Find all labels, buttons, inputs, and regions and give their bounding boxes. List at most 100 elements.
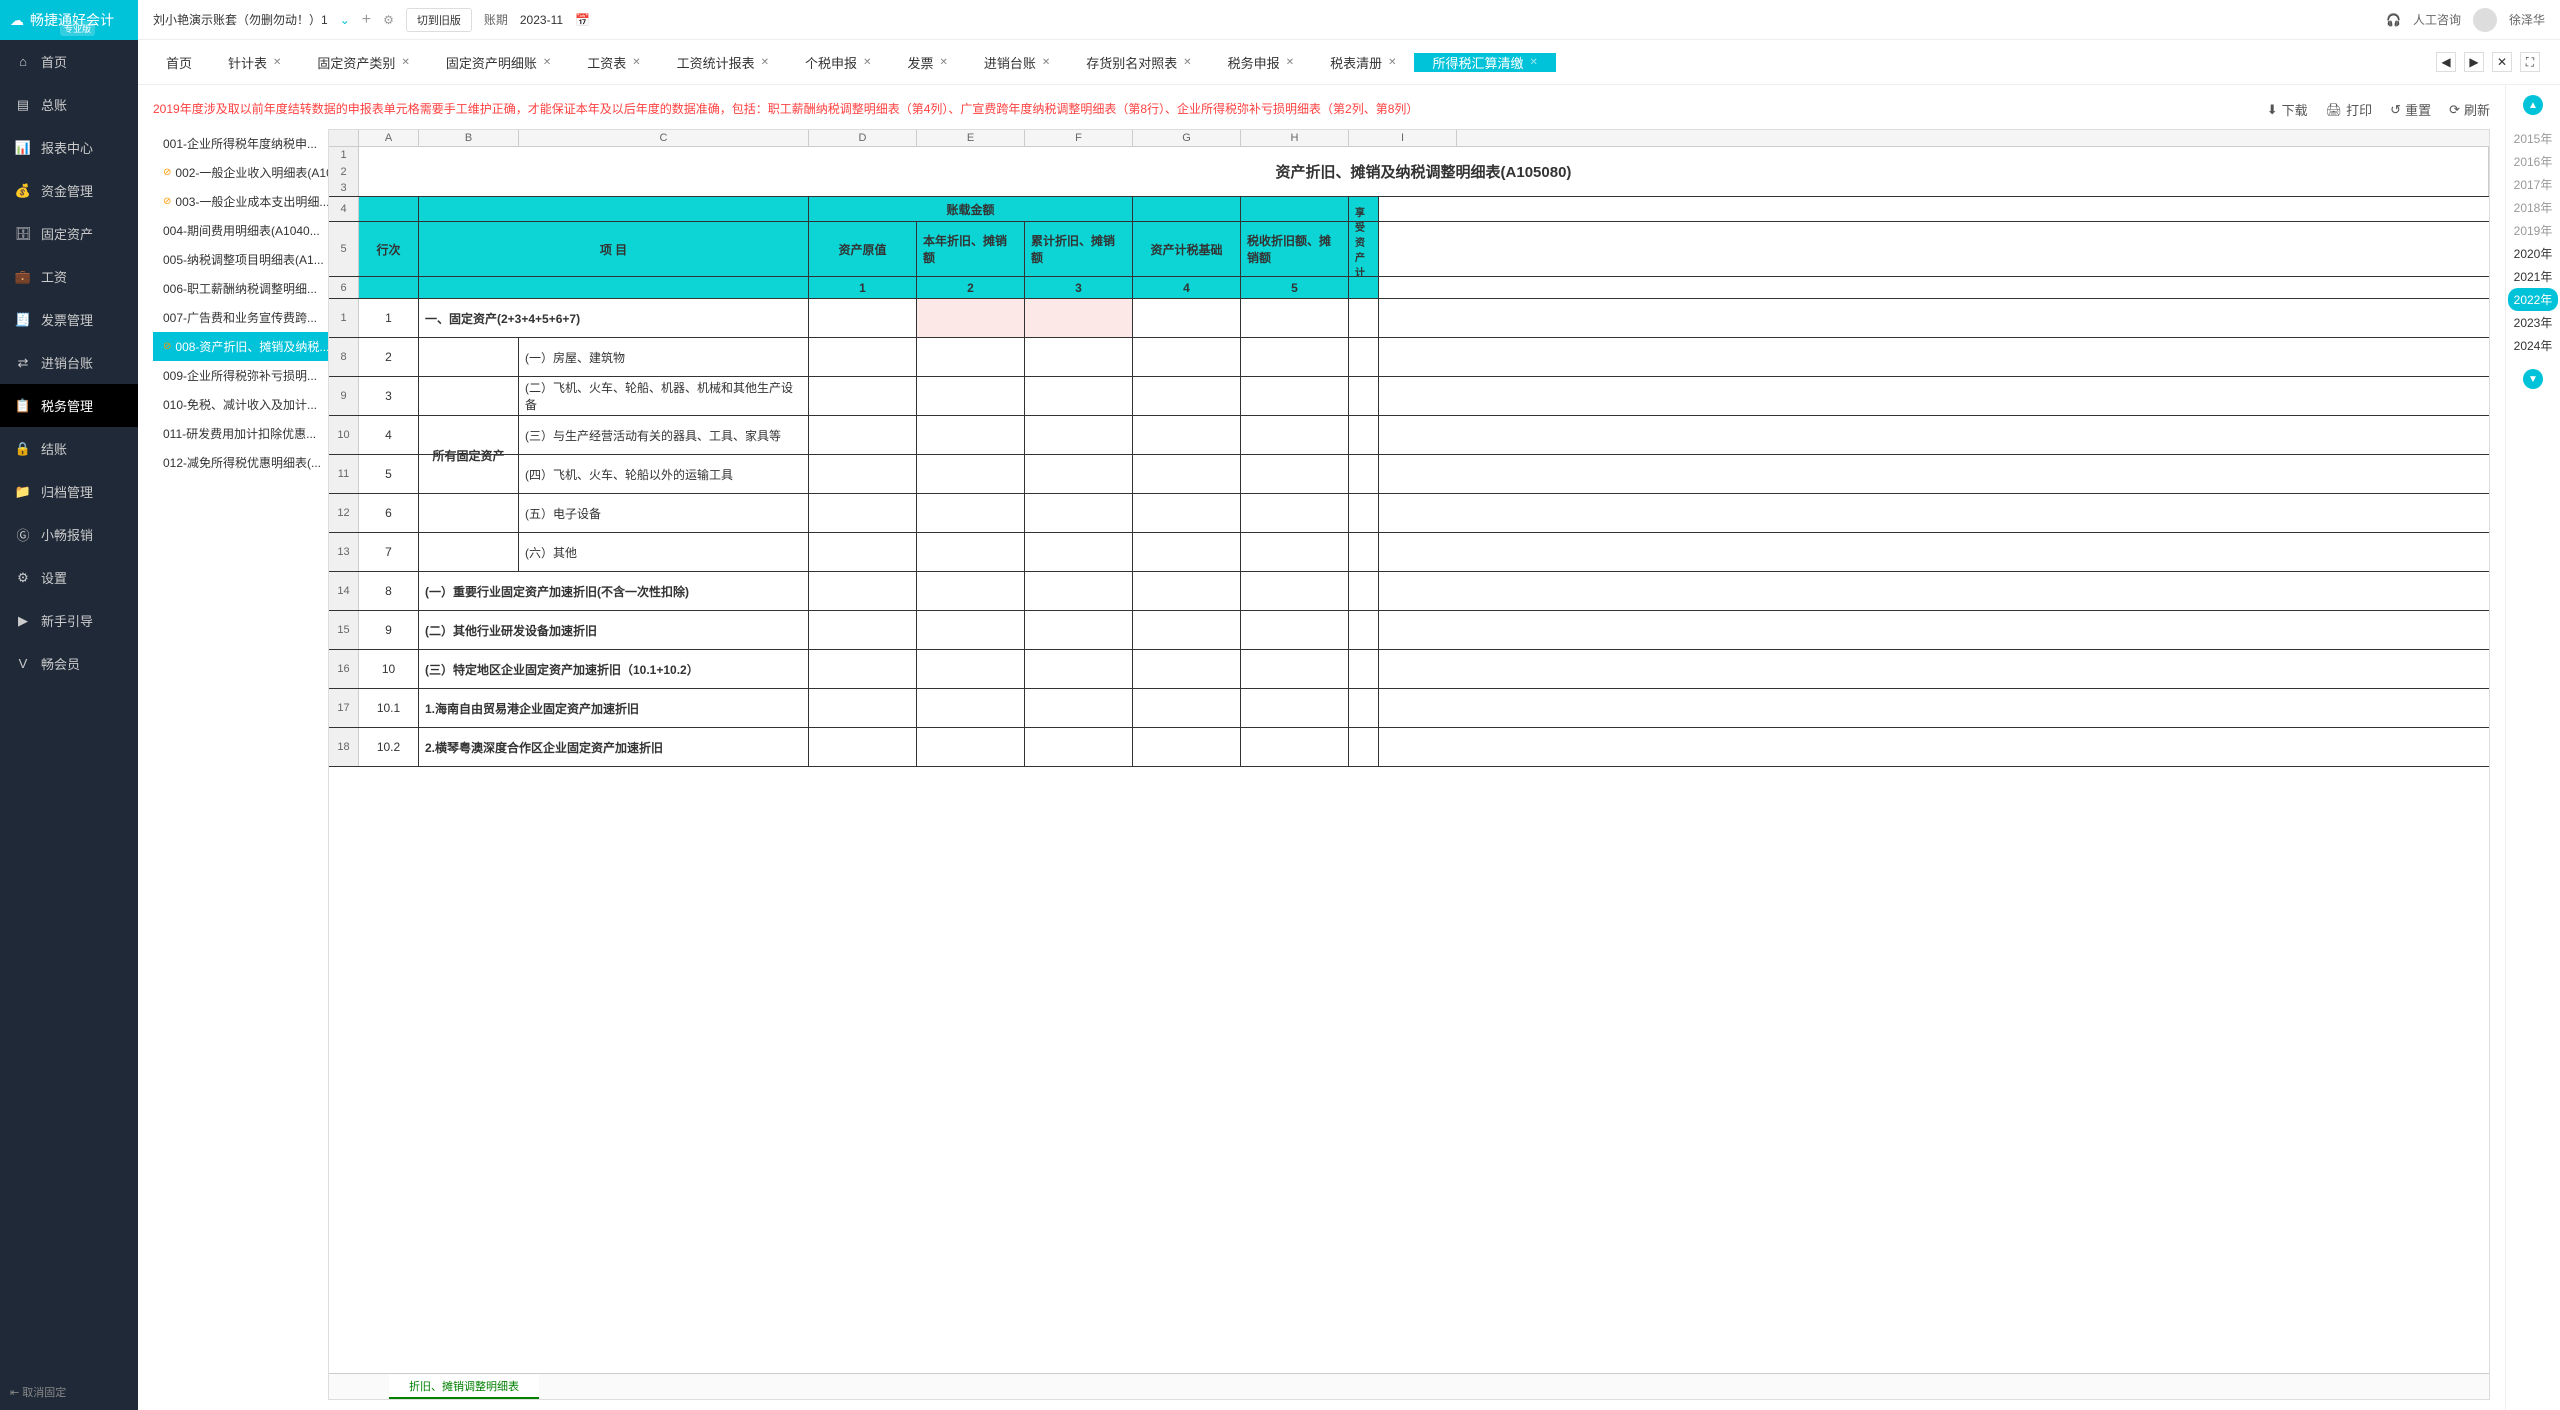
year-item[interactable]: 2023年 — [2508, 311, 2559, 334]
report-item[interactable]: 012-减免所得税优惠明细表(... — [153, 448, 328, 477]
item-cell[interactable]: (三）与生产经营活动有关的器具、工具、家具等 — [519, 416, 809, 454]
calendar-icon[interactable]: 📅 — [575, 13, 590, 27]
col-header-G[interactable]: G — [1133, 130, 1241, 146]
value-cell[interactable] — [1241, 533, 1349, 571]
print-button[interactable]: 🖨打印 — [2326, 100, 2373, 119]
report-item[interactable]: 007-广告费和业务宣传费跨... — [153, 303, 328, 332]
item-cell[interactable]: (六）其他 — [519, 533, 809, 571]
row-header[interactable]: 12 — [329, 494, 359, 532]
switch-version-button[interactable]: 切到旧版 — [406, 8, 472, 32]
nav-salary[interactable]: 💼工资 — [0, 255, 138, 298]
download-button[interactable]: ⬇下载 — [2267, 100, 2308, 119]
account-name[interactable]: 刘小艳演示账套（勿删勿动！）1 — [153, 11, 328, 28]
value-cell[interactable] — [1025, 689, 1133, 727]
value-cell[interactable] — [917, 611, 1025, 649]
tab-固定资产明细账[interactable]: 固定资产明细账✕ — [428, 53, 569, 72]
item-cell[interactable]: 1.海南自由贸易港企业固定资产加速折旧 — [419, 689, 809, 727]
value-cell[interactable] — [1133, 416, 1241, 454]
value-cell[interactable] — [1025, 299, 1133, 337]
close-icon[interactable]: ✕ — [761, 57, 769, 68]
xingci-cell[interactable]: 5 — [359, 455, 419, 493]
nav-inout[interactable]: ⇄进销台账 — [0, 341, 138, 384]
row-header[interactable]: 16 — [329, 650, 359, 688]
tab-税表清册[interactable]: 税表清册✕ — [1312, 53, 1414, 72]
col-header-H[interactable]: H — [1241, 130, 1349, 146]
value-cell[interactable] — [1241, 455, 1349, 493]
value-cell[interactable] — [1241, 689, 1349, 727]
value-cell[interactable] — [809, 377, 917, 415]
value-cell[interactable] — [917, 494, 1025, 532]
close-icon[interactable]: ✕ — [632, 57, 640, 68]
value-cell[interactable] — [1349, 611, 1379, 649]
avatar[interactable] — [2473, 8, 2497, 32]
xingci-cell[interactable]: 8 — [359, 572, 419, 610]
value-cell[interactable] — [1133, 650, 1241, 688]
value-cell[interactable] — [1025, 416, 1133, 454]
col-header-D[interactable]: D — [809, 130, 917, 146]
tab-针计表[interactable]: 针计表✕ — [210, 53, 299, 72]
value-cell[interactable] — [809, 728, 917, 766]
nav-vip[interactable]: V畅会员 — [0, 642, 138, 685]
value-cell[interactable] — [1133, 299, 1241, 337]
tab-发票[interactable]: 发票✕ — [889, 53, 965, 72]
value-cell[interactable] — [1349, 338, 1379, 376]
xingci-cell[interactable]: 10.2 — [359, 728, 419, 766]
value-cell[interactable] — [1025, 533, 1133, 571]
tab-进销台账[interactable]: 进销台账✕ — [966, 53, 1068, 72]
row-header[interactable]: 3 — [329, 180, 359, 196]
year-up-icon[interactable]: ▲ — [2523, 95, 2543, 115]
col-header-A[interactable]: A — [359, 130, 419, 146]
value-cell[interactable] — [1133, 728, 1241, 766]
nav-guide[interactable]: ▶新手引导 — [0, 599, 138, 642]
report-item[interactable]: ⊘002-一般企业收入明细表(A10... — [153, 158, 328, 187]
tab-首页[interactable]: 首页 — [148, 53, 210, 72]
value-cell[interactable] — [1241, 338, 1349, 376]
value-cell[interactable] — [809, 338, 917, 376]
row-header[interactable]: 15 — [329, 611, 359, 649]
value-cell[interactable] — [809, 416, 917, 454]
value-cell[interactable] — [1241, 494, 1349, 532]
item-cell[interactable]: (五）电子设备 — [519, 494, 809, 532]
value-cell[interactable] — [1349, 455, 1379, 493]
row-header[interactable]: 2 — [329, 164, 359, 180]
support-icon[interactable]: 🎧 — [2386, 13, 2401, 27]
value-cell[interactable] — [1349, 299, 1379, 337]
item-cell[interactable]: (三）特定地区企业固定资产加速折旧（10.1+10.2） — [419, 650, 809, 688]
xingci-cell[interactable]: 6 — [359, 494, 419, 532]
year-item[interactable]: 2016年 — [2508, 150, 2559, 173]
report-item[interactable]: 004-期间费用明细表(A1040... — [153, 216, 328, 245]
value-cell[interactable] — [1241, 611, 1349, 649]
xingci-cell[interactable]: 10.1 — [359, 689, 419, 727]
row-header[interactable]: 13 — [329, 533, 359, 571]
close-icon[interactable]: ✕ — [939, 57, 947, 68]
tab-固定资产类别[interactable]: 固定资产类别✕ — [299, 53, 427, 72]
value-cell[interactable] — [809, 650, 917, 688]
report-item[interactable]: 001-企业所得税年度纳税申... — [153, 129, 328, 158]
value-cell[interactable] — [1241, 416, 1349, 454]
value-cell[interactable] — [1133, 377, 1241, 415]
item-cell[interactable]: 一、固定资产(2+3+4+5+6+7) — [419, 299, 809, 337]
refresh-button[interactable]: ⟳刷新 — [2449, 100, 2490, 119]
value-cell[interactable] — [1241, 728, 1349, 766]
nav-invoice[interactable]: 🧾发票管理 — [0, 298, 138, 341]
value-cell[interactable] — [809, 572, 917, 610]
value-cell[interactable] — [917, 650, 1025, 688]
col-header-B[interactable]: B — [419, 130, 519, 146]
value-cell[interactable] — [1025, 611, 1133, 649]
tab-个税申报[interactable]: 个税申报✕ — [787, 53, 889, 72]
year-item[interactable]: 2022年 — [2508, 288, 2559, 311]
close-icon[interactable]: ✕ — [1286, 57, 1294, 68]
sidebar-footer[interactable]: ⇤ 取消固定 — [0, 1374, 138, 1410]
close-icon[interactable]: ✕ — [273, 57, 281, 68]
tab-税务申报[interactable]: 税务申报✕ — [1210, 53, 1312, 72]
year-item[interactable]: 2015年 — [2508, 127, 2559, 150]
close-icon[interactable]: ✕ — [401, 57, 409, 68]
tab-所得税汇算清缴[interactable]: 所得税汇算清缴✕ — [1414, 53, 1555, 72]
value-cell[interactable] — [809, 611, 917, 649]
value-cell[interactable] — [917, 533, 1025, 571]
xingci-cell[interactable]: 10 — [359, 650, 419, 688]
value-cell[interactable] — [917, 572, 1025, 610]
year-item[interactable]: 2017年 — [2508, 173, 2559, 196]
nav-close[interactable]: 🔒结账 — [0, 427, 138, 470]
value-cell[interactable] — [809, 689, 917, 727]
